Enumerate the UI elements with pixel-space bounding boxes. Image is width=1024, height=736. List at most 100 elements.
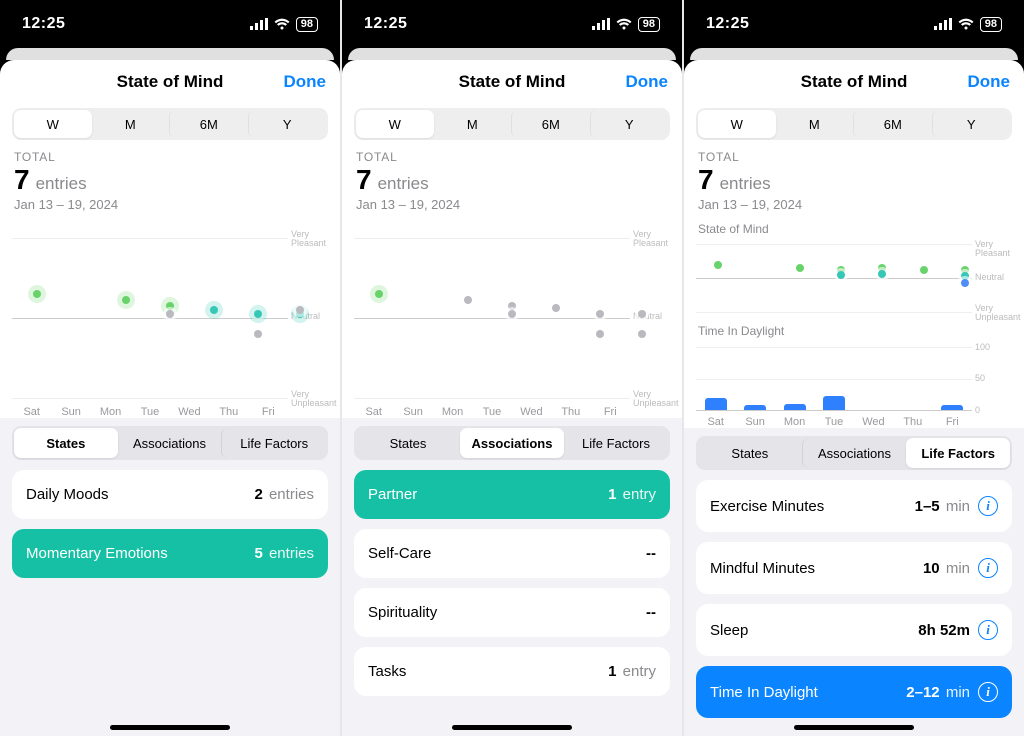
day-mon: Mon xyxy=(775,416,814,428)
assoc-row-tasks[interactable]: Tasks 1 entry xyxy=(354,647,670,696)
home-indicator[interactable] xyxy=(452,725,572,730)
row-unit: entry xyxy=(623,486,656,503)
mood-dot[interactable] xyxy=(464,296,472,304)
period-tab-w[interactable]: W xyxy=(14,110,92,138)
mood-dot[interactable] xyxy=(375,290,383,298)
done-button[interactable]: Done xyxy=(626,72,669,92)
tab-life-factors[interactable]: Life Factors xyxy=(906,438,1010,468)
assoc-row-partner[interactable]: Partner 1 entry xyxy=(354,470,670,519)
row-unit: min xyxy=(946,684,970,701)
lf-row-mindful[interactable]: Mindful Minutes 10 mini xyxy=(696,542,1012,594)
bar-fri[interactable] xyxy=(941,405,963,410)
period-tab-6m[interactable]: 6M xyxy=(853,110,932,138)
daylight-bar-chart[interactable]: 100 50 0 SatSunMonTueWedThuFri xyxy=(696,338,1012,428)
mood-dot[interactable] xyxy=(596,330,604,338)
tab-associations[interactable]: Associations xyxy=(118,428,222,458)
period-tab-w[interactable]: W xyxy=(356,110,434,138)
sheet-back-peek xyxy=(6,48,334,60)
state-row-momentary-emotions[interactable]: Momentary Emotions 5 entries xyxy=(12,529,328,578)
mood-dot[interactable] xyxy=(638,310,646,318)
tab-states[interactable]: States xyxy=(698,438,802,468)
mood-dot[interactable] xyxy=(638,330,646,338)
done-button[interactable]: Done xyxy=(284,72,327,92)
info-icon[interactable]: i xyxy=(978,496,998,516)
assoc-row-spirituality[interactable]: Spirituality -- xyxy=(354,588,670,637)
period-tab-m[interactable]: M xyxy=(92,110,170,138)
period-tab-y[interactable]: Y xyxy=(932,110,1011,138)
info-icon[interactable]: i xyxy=(978,682,998,702)
mood-dot[interactable] xyxy=(296,306,304,314)
tab-life-factors[interactable]: Life Factors xyxy=(564,428,668,458)
mood-dot[interactable] xyxy=(210,306,218,314)
view-segmented-control[interactable]: States Associations Life Factors xyxy=(696,436,1012,470)
mood-chart-small[interactable]: Very Pleasant Neutral Very Unpleasant xyxy=(696,238,1012,318)
summary-count: 7 xyxy=(14,164,30,196)
bar-mon[interactable] xyxy=(784,404,806,410)
view-segmented-control[interactable]: States Associations Life Factors xyxy=(354,426,670,460)
statusbar: 12:25 98 xyxy=(342,0,682,48)
navbar: State of Mind Done xyxy=(0,60,340,104)
wifi-icon xyxy=(274,18,290,30)
assoc-row-self-care[interactable]: Self-Care -- xyxy=(354,529,670,578)
mood-dot[interactable] xyxy=(961,279,969,287)
mood-dot[interactable] xyxy=(596,310,604,318)
row-unit: min xyxy=(946,498,970,515)
lf-row-daylight[interactable]: Time In Daylight 2–12 mini xyxy=(696,666,1012,718)
mood-dot[interactable] xyxy=(552,304,560,312)
sheet-back-peek xyxy=(690,48,1018,60)
done-button[interactable]: Done xyxy=(968,72,1011,92)
mood-dot[interactable] xyxy=(166,302,174,310)
day-wed: Wed xyxy=(170,406,209,418)
period-tab-6m[interactable]: 6M xyxy=(511,110,590,138)
info-icon[interactable]: i xyxy=(978,620,998,640)
summary-date-range: Jan 13 – 19, 2024 xyxy=(356,197,668,212)
home-indicator[interactable] xyxy=(110,725,230,730)
period-tab-m[interactable]: M xyxy=(776,110,854,138)
mood-dot[interactable] xyxy=(33,290,41,298)
mood-dot[interactable] xyxy=(166,310,174,318)
day-thu: Thu xyxy=(893,416,932,428)
statusbar: 12:25 98 xyxy=(0,0,340,48)
axis-label-very-unpleasant: Very Unpleasant xyxy=(630,390,670,409)
mood-dot[interactable] xyxy=(796,264,804,272)
info-icon[interactable]: i xyxy=(978,558,998,578)
period-segmented-control[interactable]: W M 6M Y xyxy=(354,108,670,140)
lower-panel: States Associations Life Factors Exercis… xyxy=(684,428,1024,736)
mood-dot[interactable] xyxy=(508,302,516,310)
period-tab-m[interactable]: M xyxy=(434,110,512,138)
tab-states[interactable]: States xyxy=(356,428,460,458)
mood-dot[interactable] xyxy=(920,266,928,274)
period-tab-6m[interactable]: 6M xyxy=(169,110,248,138)
tab-life-factors[interactable]: Life Factors xyxy=(221,428,326,458)
mood-chart[interactable]: Very Pleasant Neutral Very Unpleasant Sa… xyxy=(12,218,328,418)
period-tab-y[interactable]: Y xyxy=(248,110,327,138)
lf-row-exercise[interactable]: Exercise Minutes 1–5 mini xyxy=(696,480,1012,532)
mood-dot[interactable] xyxy=(878,270,886,278)
mood-dot[interactable] xyxy=(508,310,516,318)
bar-sun[interactable] xyxy=(744,405,766,410)
lf-row-sleep[interactable]: Sleep 8h 52mi xyxy=(696,604,1012,656)
bar-sat[interactable] xyxy=(705,398,727,410)
bar-tue[interactable] xyxy=(823,396,845,410)
mood-chart[interactable]: Very Pleasant Neutral Very Unpleasant Sa… xyxy=(354,218,670,418)
mood-dot[interactable] xyxy=(254,330,262,338)
axis-label-very-pleasant: Very Pleasant xyxy=(288,230,328,249)
state-row-daily-moods[interactable]: Daily Moods 2 entries xyxy=(12,470,328,519)
tab-states[interactable]: States xyxy=(14,428,118,458)
day-wed: Wed xyxy=(854,416,893,428)
mood-dot[interactable] xyxy=(254,310,262,318)
period-segmented-control[interactable]: W M 6M Y xyxy=(12,108,328,140)
sheet: State of Mind Done W M 6M Y TOTAL 7 entr… xyxy=(684,60,1024,736)
home-indicator[interactable] xyxy=(794,725,914,730)
tab-associations[interactable]: Associations xyxy=(802,438,907,468)
period-segmented-control[interactable]: W M 6M Y xyxy=(696,108,1012,140)
period-tab-y[interactable]: Y xyxy=(590,110,669,138)
mood-dot[interactable] xyxy=(122,296,130,304)
row-unit: entry xyxy=(623,663,656,680)
view-segmented-control[interactable]: States Associations Life Factors xyxy=(12,426,328,460)
mood-dot[interactable] xyxy=(837,271,845,279)
tab-associations[interactable]: Associations xyxy=(460,428,564,458)
chart-grid: Very Pleasant Neutral Very Unpleasant xyxy=(354,218,670,418)
mood-dot[interactable] xyxy=(714,261,722,269)
period-tab-w[interactable]: W xyxy=(698,110,776,138)
